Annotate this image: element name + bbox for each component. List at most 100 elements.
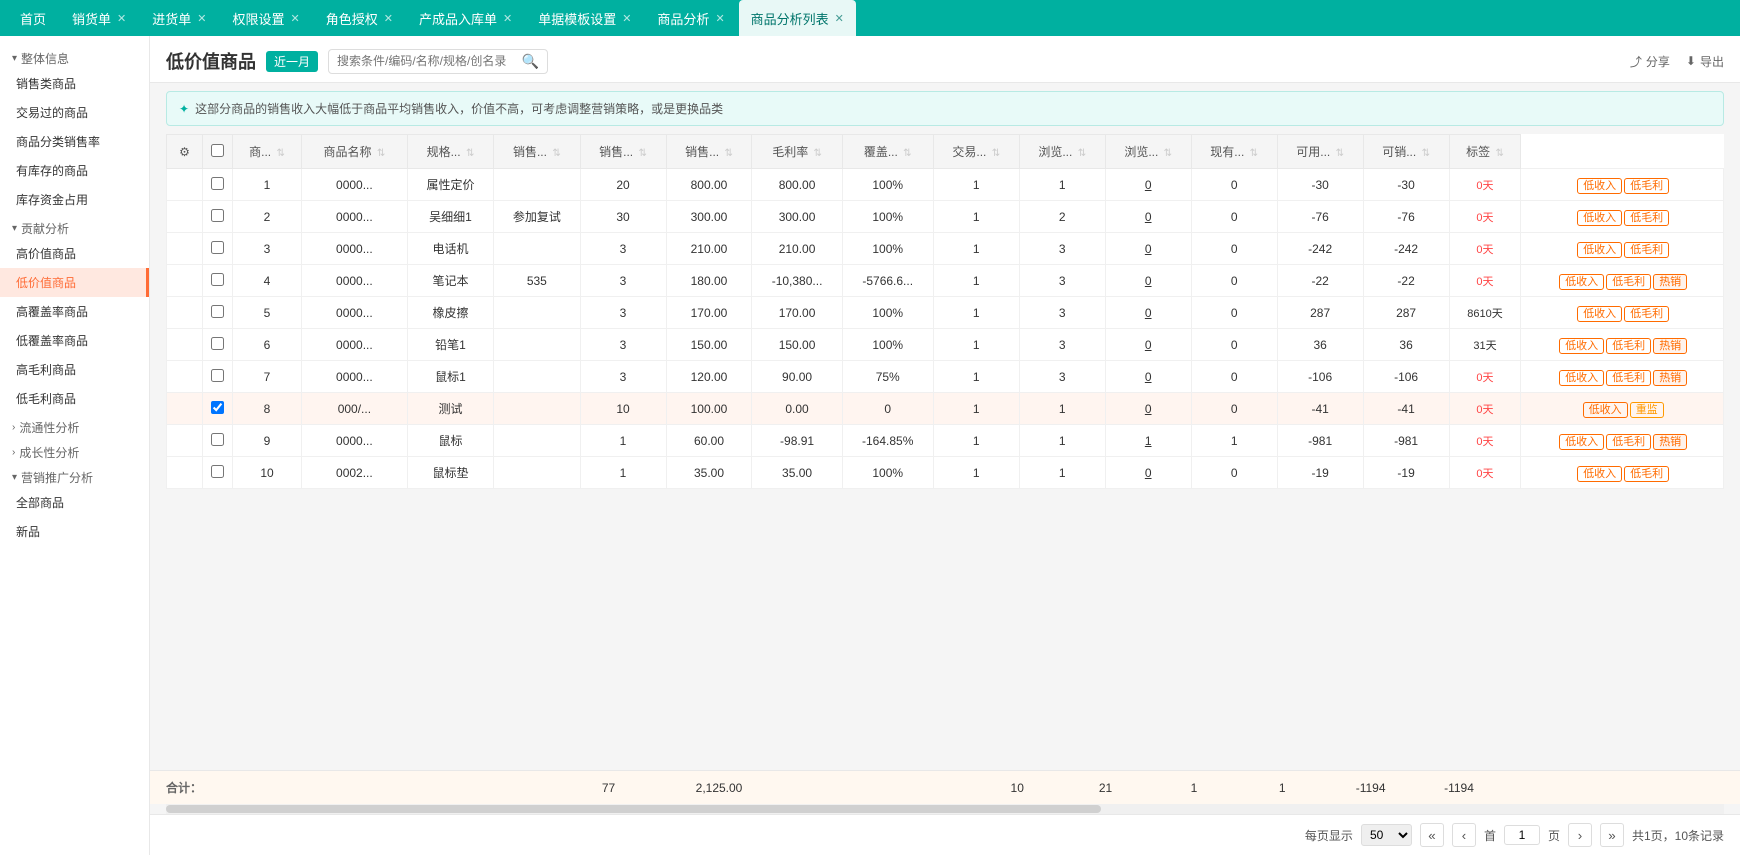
row-checkbox-cell[interactable] <box>203 425 233 457</box>
sidebar-item-stock-products[interactable]: 有库存的商品 <box>0 156 149 185</box>
row-settings[interactable] <box>167 329 203 361</box>
row-checkbox[interactable] <box>211 337 224 350</box>
page-number-input[interactable] <box>1504 825 1540 845</box>
sidebar-section-circulation[interactable]: › 流通性分析 <box>0 413 149 438</box>
time-tag-button[interactable]: 近一月 <box>266 51 318 72</box>
row-settings[interactable] <box>167 201 203 233</box>
row-checkbox-cell[interactable] <box>203 201 233 233</box>
col-current[interactable]: 现有... ⇅ <box>1191 135 1277 169</box>
first-page-button[interactable]: « <box>1420 823 1444 847</box>
nav-product-analysis-list[interactable]: 商品分析列表✕ <box>739 0 856 36</box>
row-checkbox[interactable] <box>211 465 224 478</box>
close-icon[interactable]: ✕ <box>117 12 126 25</box>
export-button[interactable]: ⬇ 导出 <box>1686 53 1724 70</box>
sidebar-item-low-value[interactable]: 低价值商品 <box>0 268 149 297</box>
nav-role-auth[interactable]: 角色授权✕ <box>314 0 405 36</box>
col-coverage[interactable]: 覆盖... ⇅ <box>842 135 933 169</box>
row-settings[interactable] <box>167 425 203 457</box>
row-checkbox-cell[interactable] <box>203 233 233 265</box>
nav-home[interactable]: 首页 <box>8 0 58 36</box>
browse-link[interactable]: 0 <box>1145 402 1152 416</box>
col-available[interactable]: 可用... ⇅ <box>1277 135 1363 169</box>
col-browse2[interactable]: 浏览... ⇅ <box>1105 135 1191 169</box>
row-browse1[interactable]: 0 <box>1105 329 1191 361</box>
browse-link[interactable]: 0 <box>1145 370 1152 384</box>
close-icon[interactable]: ✕ <box>503 12 512 25</box>
row-checkbox[interactable] <box>211 241 224 254</box>
col-sellable[interactable]: 可销... ⇅ <box>1363 135 1449 169</box>
col-code[interactable]: 商... ⇅ <box>233 135 302 169</box>
col-spec[interactable]: 规格... ⇅ <box>407 135 493 169</box>
sidebar-item-category-sales-rate[interactable]: 商品分类销售率 <box>0 127 149 156</box>
row-browse1[interactable]: 0 <box>1105 265 1191 297</box>
sidebar-item-stock-capital[interactable]: 库存资金占用 <box>0 185 149 214</box>
nav-permission[interactable]: 权限设置✕ <box>220 0 311 36</box>
close-icon[interactable]: ✕ <box>291 12 300 25</box>
sidebar-item-traded-products[interactable]: 交易过的商品 <box>0 98 149 127</box>
browse-link[interactable]: 0 <box>1145 466 1152 480</box>
sidebar-item-low-coverage[interactable]: 低覆盖率商品 <box>0 326 149 355</box>
sidebar-item-sales-products[interactable]: 销售类商品 <box>0 69 149 98</box>
row-browse1[interactable]: 0 <box>1105 297 1191 329</box>
row-browse1[interactable]: 0 <box>1105 361 1191 393</box>
row-checkbox-cell[interactable] <box>203 329 233 361</box>
close-icon[interactable]: ✕ <box>197 12 206 25</box>
close-icon[interactable]: ✕ <box>384 12 393 25</box>
col-browse1[interactable]: 浏览... ⇅ <box>1019 135 1105 169</box>
sidebar-section-contribution[interactable]: ▾ 贡献分析 <box>0 214 149 239</box>
row-checkbox[interactable] <box>211 433 224 446</box>
sidebar-section-overall[interactable]: ▾ 整体信息 <box>0 44 149 69</box>
row-browse1[interactable]: 0 <box>1105 457 1191 489</box>
next-page-button[interactable]: › <box>1568 823 1592 847</box>
row-checkbox-cell[interactable] <box>203 393 233 425</box>
share-button[interactable]: ⤴ 分享 <box>1630 53 1670 70</box>
col-sales-qty[interactable]: 销售... ⇅ <box>494 135 580 169</box>
row-checkbox[interactable] <box>211 209 224 222</box>
sidebar-item-high-value[interactable]: 高价值商品 <box>0 239 149 268</box>
nav-product-warehouse[interactable]: 产成品入库单✕ <box>407 0 524 36</box>
row-browse1[interactable]: 0 <box>1105 169 1191 201</box>
browse-link[interactable]: 0 <box>1145 306 1152 320</box>
scrollbar-thumb[interactable] <box>166 805 1101 813</box>
browse-link[interactable]: 0 <box>1145 338 1152 352</box>
nav-purchase-order[interactable]: 进货单✕ <box>140 0 218 36</box>
row-checkbox-cell[interactable] <box>203 457 233 489</box>
row-checkbox-cell[interactable] <box>203 169 233 201</box>
row-browse1[interactable]: 0 <box>1105 393 1191 425</box>
search-icon[interactable]: 🔍 <box>522 53 539 70</box>
horizontal-scrollbar[interactable] <box>166 804 1724 814</box>
sidebar-item-high-profit[interactable]: 高毛利商品 <box>0 355 149 384</box>
close-icon[interactable]: ✕ <box>622 12 631 25</box>
col-name[interactable]: 商品名称 ⇅ <box>301 135 407 169</box>
prev-page-button[interactable]: ‹ <box>1452 823 1476 847</box>
row-checkbox[interactable] <box>211 305 224 318</box>
row-settings[interactable] <box>167 265 203 297</box>
col-sales-amount[interactable]: 销售... ⇅ <box>580 135 666 169</box>
select-all-checkbox[interactable] <box>211 144 224 157</box>
row-checkbox-cell[interactable] <box>203 297 233 329</box>
sidebar-section-marketing[interactable]: ▾ 营销推广分析 <box>0 463 149 488</box>
nav-template-settings[interactable]: 单据模板设置✕ <box>526 0 643 36</box>
row-settings[interactable] <box>167 233 203 265</box>
close-icon[interactable]: ✕ <box>835 12 844 25</box>
search-input[interactable] <box>337 54 518 68</box>
browse-link[interactable]: 0 <box>1145 242 1152 256</box>
row-checkbox[interactable] <box>211 177 224 190</box>
row-checkbox[interactable] <box>211 401 224 414</box>
row-checkbox-cell[interactable] <box>203 361 233 393</box>
browse-link[interactable]: 0 <box>1145 274 1152 288</box>
row-checkbox[interactable] <box>211 369 224 382</box>
sidebar-item-low-profit[interactable]: 低毛利商品 <box>0 384 149 413</box>
close-icon[interactable]: ✕ <box>715 12 724 25</box>
sidebar-item-new-products[interactable]: 新品 <box>0 517 149 546</box>
per-page-select[interactable]: 50 100 200 <box>1361 824 1412 846</box>
row-settings[interactable] <box>167 169 203 201</box>
last-page-button[interactable]: » <box>1600 823 1624 847</box>
settings-col-header[interactable]: ⚙ <box>167 135 203 169</box>
row-settings[interactable] <box>167 393 203 425</box>
browse-link[interactable]: 1 <box>1145 434 1152 448</box>
row-settings[interactable] <box>167 457 203 489</box>
nav-product-analysis[interactable]: 商品分析✕ <box>645 0 736 36</box>
sidebar-section-growth[interactable]: › 成长性分析 <box>0 438 149 463</box>
browse-link[interactable]: 0 <box>1145 210 1152 224</box>
